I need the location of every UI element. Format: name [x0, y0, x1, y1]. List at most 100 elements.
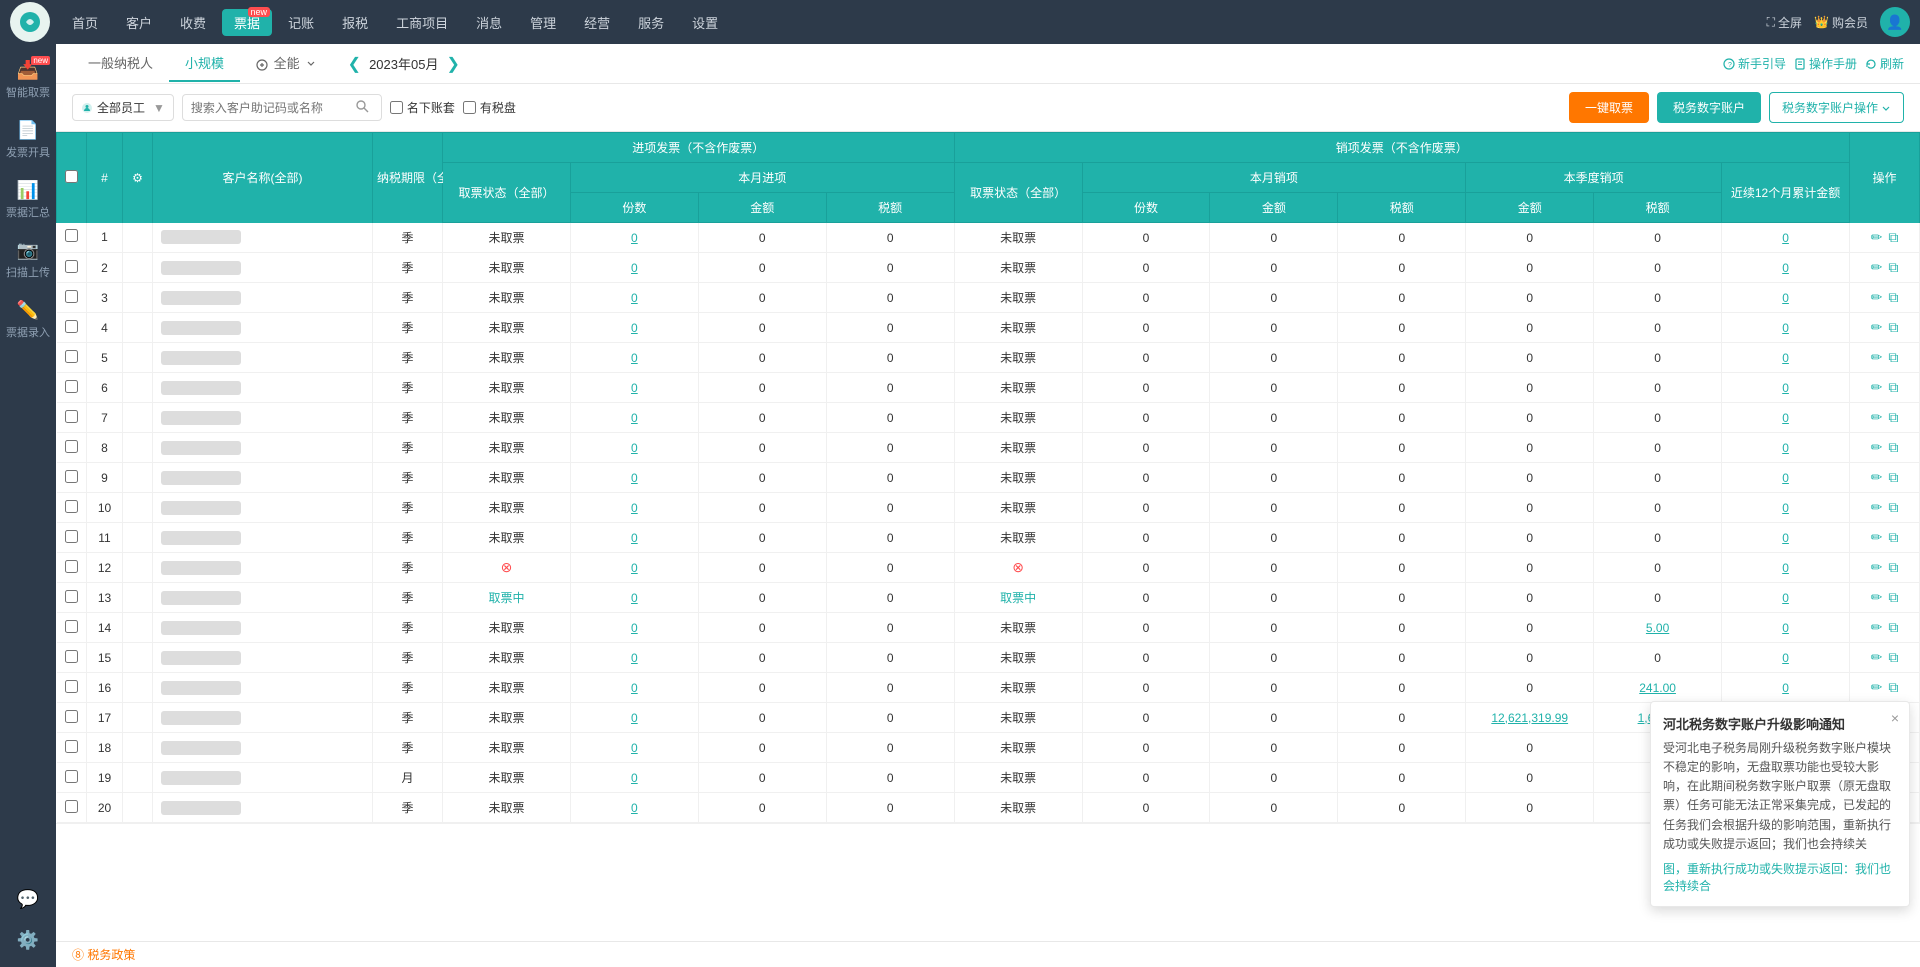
sidebar-item-智能取票[interactable]: 📥智能取票new [2, 52, 54, 108]
th-fetch-status-in[interactable]: 取票状态（全部） [443, 163, 571, 223]
row-checkbox[interactable] [57, 643, 87, 673]
sidebar-item-扫描上传[interactable]: 📷扫描上传 [2, 232, 54, 288]
copy-icon[interactable]: ⧉ [1888, 349, 1898, 366]
row-checkbox[interactable] [57, 733, 87, 763]
edit-icon[interactable]: ✏ [1871, 229, 1883, 246]
th-customer-name[interactable]: 客户名称(全部) [153, 133, 373, 223]
edit-icon[interactable]: ✏ [1871, 679, 1883, 696]
th-settings-icon[interactable]: ⚙ [123, 133, 153, 223]
th-fetch-status-out[interactable]: 取票状态（全部） [954, 163, 1082, 223]
edit-icon[interactable]: ✏ [1871, 259, 1883, 276]
edit-icon[interactable]: ✏ [1871, 649, 1883, 666]
edit-icon[interactable]: ✏ [1871, 619, 1883, 636]
subledger-filter[interactable]: 名下账套 [390, 99, 455, 116]
nav-item-票据[interactable]: 票据new [222, 9, 272, 36]
row-checkbox[interactable] [57, 283, 87, 313]
edit-icon[interactable]: ✏ [1871, 379, 1883, 396]
copy-icon[interactable]: ⧉ [1888, 589, 1898, 606]
copy-icon[interactable]: ⧉ [1888, 259, 1898, 276]
sidebar-bottom-settings[interactable]: ⚙️ [2, 922, 54, 959]
tab-general-taxpayer[interactable]: 一般纳税人 [72, 45, 169, 82]
row-checkbox[interactable] [57, 613, 87, 643]
row-checkbox[interactable] [57, 253, 87, 283]
nav-item-记账[interactable]: 记账 [276, 9, 326, 36]
copy-icon[interactable]: ⧉ [1888, 679, 1898, 696]
row-checkbox[interactable] [57, 403, 87, 433]
fullscreen-button[interactable]: ⛶ 全屏 [1767, 14, 1802, 31]
nav-item-首页[interactable]: 首页 [60, 9, 110, 36]
edit-icon[interactable]: ✏ [1871, 589, 1883, 606]
row-checkbox[interactable] [57, 223, 87, 253]
app-logo[interactable] [10, 2, 50, 42]
tax-digital-account-button[interactable]: 税务数字账户 [1657, 92, 1761, 123]
search-button[interactable] [355, 99, 369, 116]
nav-item-设置[interactable]: 设置 [680, 9, 730, 36]
sidebar-item-票据汇总[interactable]: 📊票据汇总 [2, 172, 54, 228]
row-checkbox[interactable] [57, 493, 87, 523]
subledger-checkbox[interactable] [390, 101, 403, 114]
tax-digital-operation-button[interactable]: 税务数字账户操作 [1769, 92, 1904, 123]
copy-icon[interactable]: ⧉ [1888, 319, 1898, 336]
row-checkbox[interactable] [57, 373, 87, 403]
copy-icon[interactable]: ⧉ [1888, 529, 1898, 546]
copy-icon[interactable]: ⧉ [1888, 649, 1898, 666]
taxdisk-filter[interactable]: 有税盘 [463, 99, 516, 116]
row-checkbox[interactable] [57, 523, 87, 553]
user-avatar[interactable]: 👤 [1880, 7, 1910, 37]
edit-icon[interactable]: ✏ [1871, 319, 1883, 336]
nav-item-客户[interactable]: 客户 [114, 9, 164, 36]
copy-icon[interactable]: ⧉ [1888, 469, 1898, 486]
edit-icon[interactable]: ✏ [1871, 289, 1883, 306]
nav-item-经营[interactable]: 经营 [572, 9, 622, 36]
guide-button[interactable]: ? 新手引导 [1723, 55, 1786, 72]
nav-item-管理[interactable]: 管理 [518, 9, 568, 36]
edit-icon[interactable]: ✏ [1871, 499, 1883, 516]
popup-more-link[interactable]: 图，重新执行成功或失败提示返回：我们也会持续合 [1663, 860, 1897, 894]
row-checkbox[interactable] [57, 433, 87, 463]
edit-icon[interactable]: ✏ [1871, 529, 1883, 546]
row-checkbox[interactable] [57, 313, 87, 343]
copy-icon[interactable]: ⧉ [1888, 499, 1898, 516]
copy-icon[interactable]: ⧉ [1888, 229, 1898, 246]
tab-small-scale[interactable]: 小规模 [169, 45, 240, 82]
edit-icon[interactable]: ✏ [1871, 559, 1883, 576]
nav-item-报税[interactable]: 报税 [330, 9, 380, 36]
th-tax-period[interactable]: 纳税期限（全部） [373, 133, 443, 223]
sidebar-item-发票开具[interactable]: 📄发票开具 [2, 112, 54, 168]
th-select-all[interactable] [57, 133, 87, 223]
edit-icon[interactable]: ✏ [1871, 349, 1883, 366]
copy-icon[interactable]: ⧉ [1888, 379, 1898, 396]
popup-close-button[interactable]: × [1891, 710, 1899, 726]
row-checkbox[interactable] [57, 793, 87, 823]
edit-icon[interactable]: ✏ [1871, 409, 1883, 426]
row-checkbox[interactable] [57, 583, 87, 613]
manual-button[interactable]: 操作手册 [1794, 55, 1857, 72]
one-click-fetch-button[interactable]: 一键取票 [1569, 92, 1649, 123]
row-checkbox[interactable] [57, 763, 87, 793]
sidebar-bottom-chat[interactable]: 💬 [2, 881, 54, 918]
copy-icon[interactable]: ⧉ [1888, 439, 1898, 456]
refresh-button[interactable]: 刷新 [1865, 55, 1904, 72]
select-all-checkbox[interactable] [65, 170, 78, 183]
copy-icon[interactable]: ⧉ [1888, 619, 1898, 636]
nav-item-消息[interactable]: 消息 [464, 9, 514, 36]
customer-search-box[interactable] [182, 94, 382, 121]
edit-icon[interactable]: ✏ [1871, 439, 1883, 456]
nav-item-工商项目[interactable]: 工商项目 [384, 9, 460, 36]
row-checkbox[interactable] [57, 553, 87, 583]
period-next-button[interactable]: ❯ [446, 54, 459, 74]
copy-icon[interactable]: ⧉ [1888, 289, 1898, 306]
nav-item-服务[interactable]: 服务 [626, 9, 676, 36]
customer-search-input[interactable] [191, 101, 351, 115]
nav-item-收费[interactable]: 收费 [168, 9, 218, 36]
copy-icon[interactable]: ⧉ [1888, 409, 1898, 426]
row-checkbox[interactable] [57, 673, 87, 703]
member-button[interactable]: 👑 购会员 [1814, 14, 1868, 31]
row-checkbox[interactable] [57, 343, 87, 373]
tax-policy-bar[interactable]: ⑧ 税务政策 [56, 941, 1920, 967]
employee-filter[interactable]: 全部员工 ▼ [72, 94, 174, 121]
row-checkbox[interactable] [57, 463, 87, 493]
taxdisk-checkbox[interactable] [463, 101, 476, 114]
period-prev-button[interactable]: ❮ [348, 54, 361, 74]
tab-all[interactable]: 全能 [240, 45, 332, 82]
